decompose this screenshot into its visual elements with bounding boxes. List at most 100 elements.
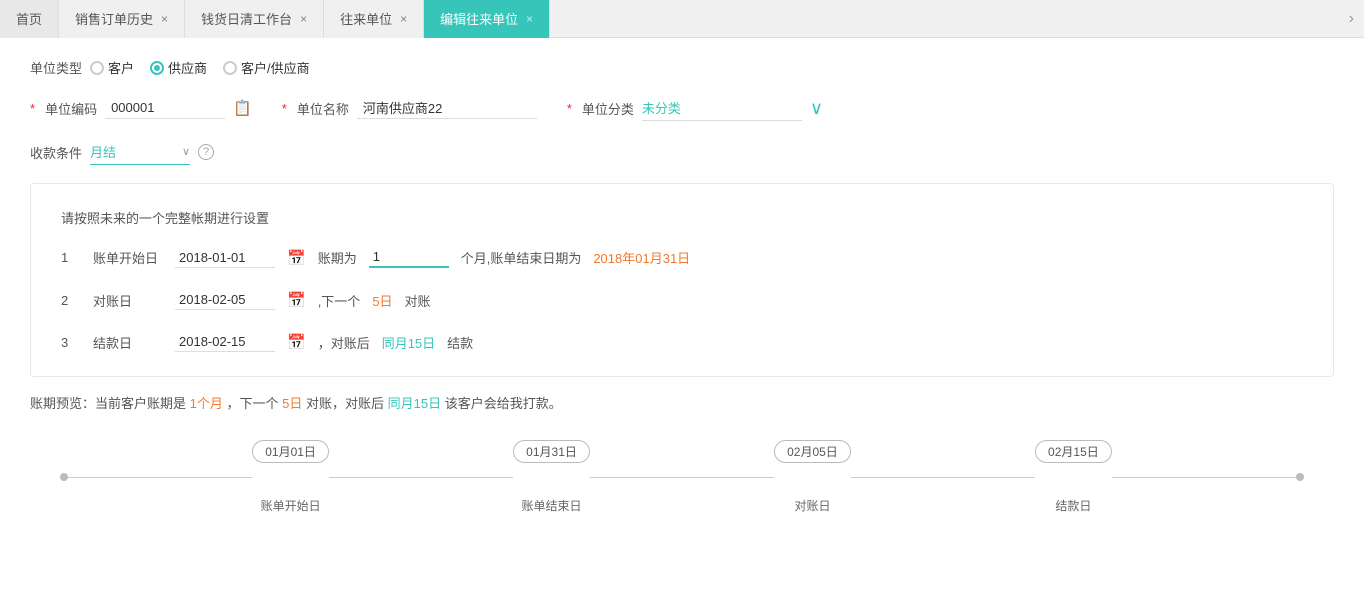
timeline-label-3: 对账日 [794, 497, 830, 514]
close-sales-history-icon[interactable]: × [161, 13, 168, 25]
period-suffix-2a: ,下一个 [318, 291, 361, 310]
tab-partner-label: 往来单位 [340, 9, 392, 28]
unit-category-group: * 单位分类 未分类 ∨ [567, 95, 823, 121]
unit-name-input[interactable] [357, 97, 537, 119]
period-row-2: 2 对账日 📅 ,下一个 5日 对账 [61, 290, 1303, 310]
page-content: 单位类型 客户 供应商 客户/供应商 * 单位编码 [0, 38, 1364, 608]
unit-code-input[interactable] [105, 97, 225, 119]
tab-partner[interactable]: 往来单位 × [324, 0, 424, 38]
radio-customer-circle [90, 61, 104, 75]
unit-category-select[interactable]: 未分类 [642, 95, 802, 121]
radio-both[interactable]: 客户/供应商 [223, 58, 310, 77]
timeline-seg-0 [68, 477, 252, 478]
period-highlight-3: 同月15日 [382, 333, 435, 352]
period-row-1: 1 账单开始日 📅 账期为 个月,账单结束日期为 2018年01月31日 [61, 247, 1303, 268]
unit-type-radio-group: 客户 供应商 客户/供应商 [90, 58, 310, 77]
period-row-3: 3 结款日 📅 ，对账后 同月15日 结款 [61, 332, 1303, 352]
timeline-badge-1: 01月01日 [252, 440, 329, 463]
unit-code-group: * 单位编码 📋 [30, 97, 252, 119]
timeline-node-1: 01月01日 账单开始日 [252, 440, 329, 514]
tabs-bar: 首页 销售订单历史 × 钱货日清工作台 × 往来单位 × 编辑往来单位 × › [0, 0, 1364, 38]
preview-3: 同月15日 [388, 396, 441, 411]
period-cal-1[interactable]: 📅 [287, 249, 306, 267]
period-settings-box: 请按照未来的一个完整帐期进行设置 1 账单开始日 📅 账期为 个月,账单结束日期… [30, 183, 1334, 377]
period-end-date-1: 2018年01月31日 [593, 248, 690, 267]
timeline-label-2: 账单结束日 [522, 497, 582, 514]
tab-edit-partner-label: 编辑往来单位 [440, 9, 518, 28]
period-num-2: 2 [61, 293, 81, 308]
payment-condition-label: 收款条件 [30, 143, 82, 162]
period-cal-3[interactable]: 📅 [287, 333, 306, 351]
unit-category-arrow[interactable]: ∨ [810, 98, 823, 119]
radio-both-circle [223, 61, 237, 75]
period-label-2: 对账日 [93, 291, 163, 310]
payment-condition-row: 收款条件 月结 ∨ ? [30, 139, 1334, 165]
period-suffix-3b: 结款 [447, 333, 473, 352]
timeline-badge-4: 02月15日 [1035, 440, 1112, 463]
unit-code-icon[interactable]: 📋 [233, 99, 252, 117]
preview-1: 1个月 [190, 396, 223, 411]
radio-supplier-circle [150, 61, 164, 75]
timeline-seg-2 [590, 477, 774, 478]
unit-category-required: * [567, 101, 572, 116]
period-highlight-2: 5日 [372, 291, 392, 310]
payment-condition-select[interactable]: 月结 ∨ [90, 139, 190, 165]
timeline-node-4: 02月15日 结款日 [1035, 440, 1112, 514]
period-date-1[interactable] [175, 248, 275, 268]
period-title: 请按照未来的一个完整帐期进行设置 [61, 208, 1303, 227]
timeline-badge-3: 02月05日 [774, 440, 851, 463]
preview-mid: 对账，对账后 [306, 396, 384, 411]
radio-supplier-label: 供应商 [168, 58, 207, 77]
unit-info-row: * 单位编码 📋 * 单位名称 * 单位分类 未分类 ∨ [30, 95, 1334, 121]
unit-category-value: 未分类 [642, 98, 802, 117]
radio-customer-label: 客户 [108, 58, 134, 77]
payment-condition-value: 月结 [90, 142, 178, 161]
period-date-2[interactable] [175, 290, 275, 310]
tab-sales-history[interactable]: 销售订单历史 × [59, 0, 185, 38]
close-cash-work-icon[interactable]: × [300, 13, 307, 25]
preview-end: 该客户会给我打款。 [445, 396, 562, 411]
tab-cash-work-label: 钱货日清工作台 [201, 9, 292, 28]
preview-2: 5日 [282, 396, 302, 411]
close-edit-partner-icon[interactable]: × [526, 13, 533, 25]
payment-condition-help-icon[interactable]: ? [198, 144, 214, 160]
period-num-1: 1 [61, 250, 81, 265]
timeline-label-4: 结款日 [1055, 497, 1091, 514]
period-label-1: 账单开始日 [93, 248, 163, 267]
tab-home[interactable]: 首页 [0, 0, 59, 38]
radio-customer[interactable]: 客户 [90, 58, 134, 77]
period-suffix-1: 个月,账单结束日期为 [461, 248, 582, 267]
preview-sep1: ，下一个 [227, 396, 279, 411]
period-num-3: 3 [61, 335, 81, 350]
unit-name-required: * [282, 101, 287, 116]
close-partner-icon[interactable]: × [400, 13, 407, 25]
unit-code-required: * [30, 101, 35, 116]
timeline-end-dot [1296, 473, 1304, 481]
timeline: 01月01日 账单开始日 01月31日 账单结束日 02月05日 对账日 02月… [30, 432, 1334, 514]
tabs-more-arrow[interactable]: › [1339, 10, 1364, 28]
period-suffix-before-1: 账期为 [318, 248, 357, 267]
period-suffix-2b: 对账 [405, 291, 431, 310]
timeline-seg-4 [1112, 477, 1296, 478]
payment-condition-chevron: ∨ [182, 145, 190, 158]
period-label-3: 结款日 [93, 333, 163, 352]
timeline-node-3: 02月05日 对账日 [774, 440, 851, 514]
tab-cash-work[interactable]: 钱货日清工作台 × [185, 0, 324, 38]
period-cal-2[interactable]: 📅 [287, 291, 306, 309]
unit-name-group: * 单位名称 [282, 97, 537, 119]
unit-type-row: 单位类型 客户 供应商 客户/供应商 [30, 58, 1334, 77]
timeline-seg-3 [851, 477, 1035, 478]
period-months-input[interactable] [369, 247, 449, 268]
unit-type-group: 单位类型 客户 供应商 客户/供应商 [30, 58, 310, 77]
timeline-node-2: 01月31日 账单结束日 [513, 440, 590, 514]
timeline-badge-2: 01月31日 [513, 440, 590, 463]
period-date-3[interactable] [175, 332, 275, 352]
tab-edit-partner[interactable]: 编辑往来单位 × [424, 0, 550, 38]
timeline-start-dot [60, 473, 68, 481]
tab-sales-history-label: 销售订单历史 [75, 9, 153, 28]
preview-label: 账期预览：当前客户账期是 [30, 396, 186, 411]
radio-supplier[interactable]: 供应商 [150, 58, 207, 77]
unit-code-label: 单位编码 [45, 99, 97, 118]
unit-type-label: 单位类型 [30, 58, 82, 77]
timeline-label-1: 账单开始日 [261, 497, 321, 514]
